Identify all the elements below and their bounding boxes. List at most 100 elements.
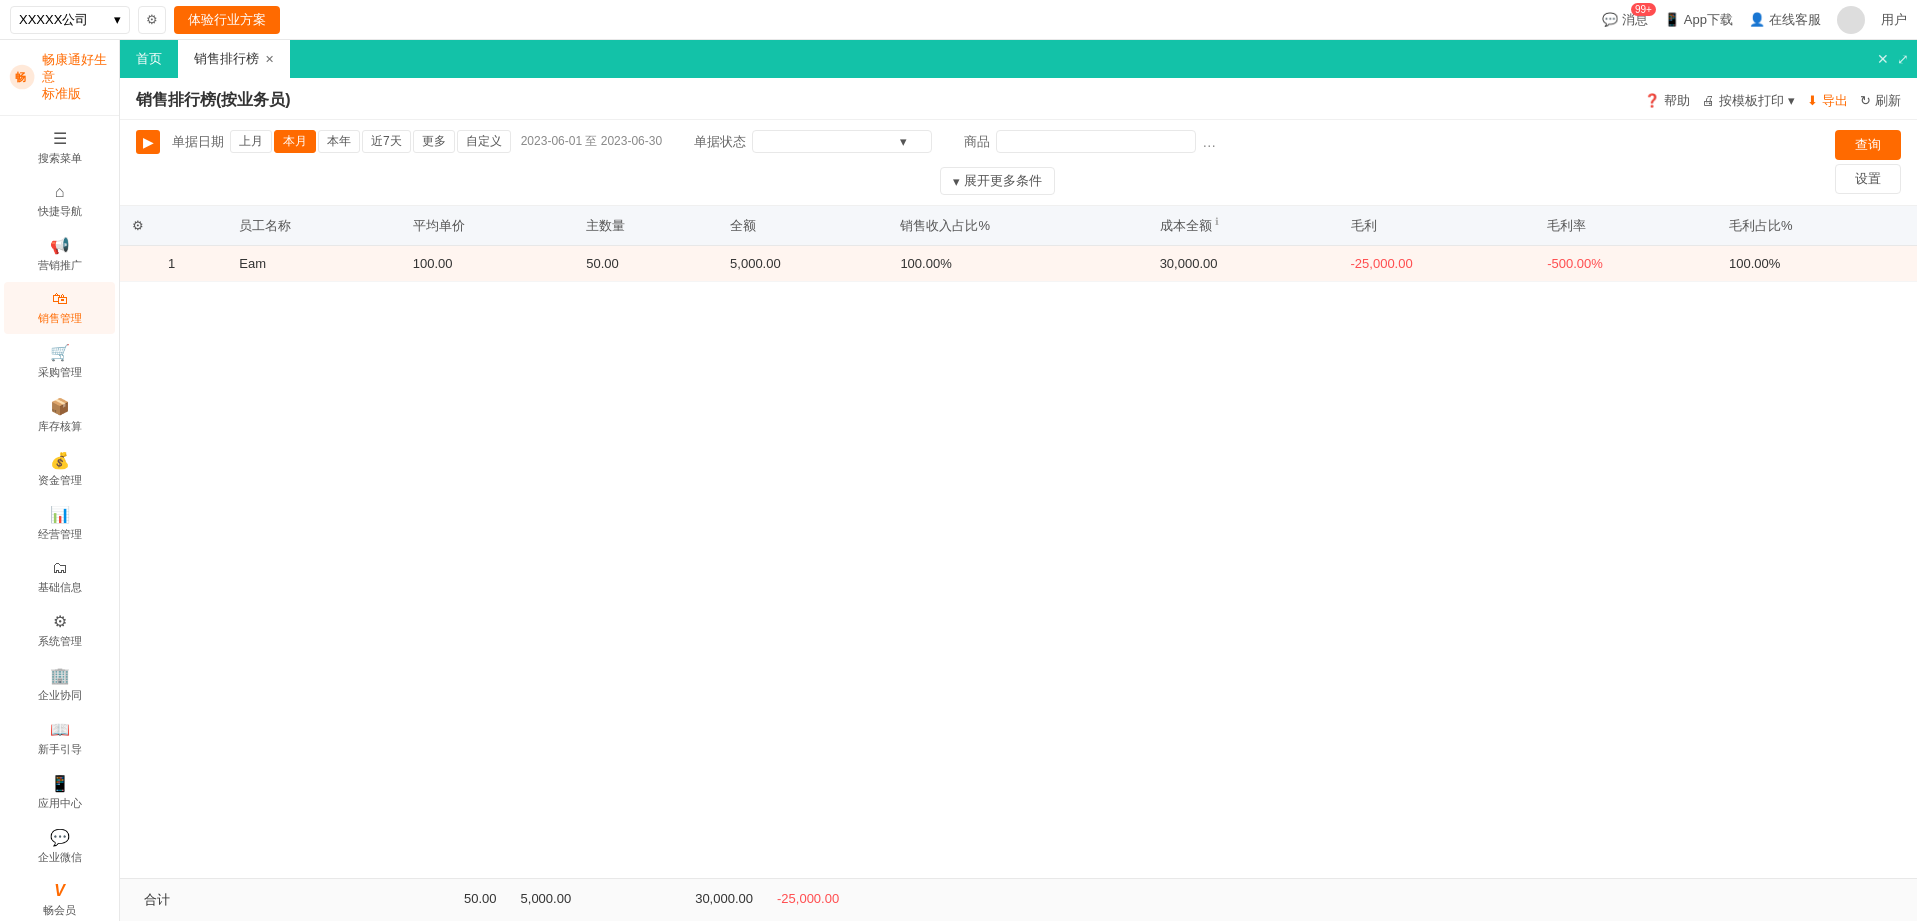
enterprise-icon: 🏢 xyxy=(50,666,70,685)
date-btn-7days[interactable]: 近7天 xyxy=(362,130,411,153)
logo-image: 畅 xyxy=(8,61,36,93)
row-gross-profit: -25,000.00 xyxy=(1339,246,1536,282)
row-gross-margin: -500.00% xyxy=(1535,246,1717,282)
sidebar-item-search-order[interactable]: ☰ 搜索菜单 xyxy=(4,121,115,174)
tab-expand-icon[interactable]: ⤢ xyxy=(1897,51,1909,67)
tab-home[interactable]: 首页 xyxy=(120,40,178,78)
tab-bar: 首页 销售排行榜 ✕ ✕ ⤢ xyxy=(120,40,1917,78)
online-service-btn[interactable]: 👤 在线客服 xyxy=(1749,11,1821,29)
sidebar-item-wechat[interactable]: 💬 企业微信 xyxy=(4,820,115,873)
company-name: XXXXX公司 xyxy=(19,11,88,29)
sidebar-item-guide[interactable]: 📖 新手引导 xyxy=(4,712,115,765)
sales-rank-table: ⚙ 员工名称 平均单价 主数量 全额 销售收入占比% 成本全额 ℹ 毛利 毛利率… xyxy=(120,206,1917,282)
date-btn-last-month[interactable]: 上月 xyxy=(230,130,272,153)
sidebar-item-system[interactable]: ⚙ 系统管理 xyxy=(4,604,115,657)
guide-icon: 📖 xyxy=(50,720,70,739)
sidebar-item-label-finance: 资金管理 xyxy=(38,473,82,488)
chevron-down-icon: ▾ xyxy=(114,12,121,27)
expand-label: 展开更多条件 xyxy=(964,172,1042,190)
status-label: 单据状态 xyxy=(694,133,746,151)
footer-gross-profit: -25,000.00 xyxy=(765,887,851,913)
footer-label: 合计 xyxy=(132,887,452,913)
row-avg-price: 100.00 xyxy=(401,246,574,282)
service-icon: 👤 xyxy=(1749,12,1765,27)
goods-label: 商品 xyxy=(964,133,990,151)
col-employee: 员工名称 xyxy=(227,206,400,246)
sidebar-item-enterprise[interactable]: 🏢 企业协同 xyxy=(4,658,115,711)
message-btn[interactable]: 💬 消息 99+ xyxy=(1602,11,1648,29)
expand-more-btn[interactable]: ▾ 展开更多条件 xyxy=(940,167,1055,195)
sidebar-item-quick-nav[interactable]: ⌂ 快捷导航 xyxy=(4,175,115,227)
search-order-icon: ☰ xyxy=(53,129,67,148)
tab-close-window-icon[interactable]: ✕ xyxy=(1877,51,1889,67)
goods-dots-icon[interactable]: … xyxy=(1202,134,1216,150)
col-avg-price: 平均单价 xyxy=(401,206,574,246)
sidebar-item-basic-info[interactable]: 🗂 基础信息 xyxy=(4,551,115,603)
date-btn-this-month[interactable]: 本月 xyxy=(274,130,316,153)
sidebar-item-label-member: 畅会员 xyxy=(43,903,76,918)
goods-input[interactable] xyxy=(996,130,1196,153)
settings-icon[interactable]: ⚙ xyxy=(138,6,166,34)
export-button[interactable]: ⬇ 导出 xyxy=(1807,92,1848,110)
refresh-button[interactable]: ↻ 刷新 xyxy=(1860,92,1901,110)
finance-icon: 💰 xyxy=(50,451,70,470)
sidebar-item-sales[interactable]: 🛍 销售管理 xyxy=(4,282,115,334)
company-selector[interactable]: XXXXX公司 ▾ xyxy=(10,6,130,34)
sidebar-item-purchase[interactable]: 🛒 采购管理 xyxy=(4,335,115,388)
sidebar-item-label-purchase: 采购管理 xyxy=(38,365,82,380)
refresh-icon: ↻ xyxy=(1860,93,1871,108)
purchase-icon: 🛒 xyxy=(50,343,70,362)
member-icon: V xyxy=(54,882,65,900)
col-amount: 全额 xyxy=(718,206,888,246)
footer-spacer xyxy=(583,887,683,913)
sidebar-item-operations[interactable]: 📊 经营管理 xyxy=(4,497,115,550)
tab-right-actions: ✕ ⤢ xyxy=(1877,51,1917,67)
sidebar-item-label-marketing: 营销推广 xyxy=(38,258,82,273)
sidebar-item-inventory[interactable]: 📦 库存核算 xyxy=(4,389,115,442)
table-settings-button[interactable]: 设置 xyxy=(1835,164,1901,194)
date-btn-this-year[interactable]: 本年 xyxy=(318,130,360,153)
sidebar-item-marketing[interactable]: 📢 营销推广 xyxy=(4,228,115,281)
footer-row: 合计 50.00 5,000.00 30,000.00 -25,000.00 xyxy=(132,887,1905,913)
sidebar-item-app-center[interactable]: 📱 应用中心 xyxy=(4,766,115,819)
print-icon: 🖨 xyxy=(1702,93,1715,108)
message-icon: 💬 xyxy=(1602,12,1618,27)
date-btn-custom[interactable]: 自定义 xyxy=(457,130,511,153)
avatar[interactable] xyxy=(1837,6,1865,34)
help-label: 帮助 xyxy=(1664,92,1690,110)
col-rank xyxy=(156,206,227,246)
filter-collapse-btn[interactable]: ▶ xyxy=(136,130,160,154)
query-button[interactable]: 查询 xyxy=(1835,130,1901,160)
app-label: App下载 xyxy=(1684,11,1733,29)
content-area: 首页 销售排行榜 ✕ ✕ ⤢ 销售排行榜(按业务员) ❓ 帮助 xyxy=(120,40,1917,921)
print-chevron: ▾ xyxy=(1788,93,1795,108)
footer-amount: 5,000.00 xyxy=(509,887,584,913)
date-range: 2023-06-01 至 2023-06-30 xyxy=(521,133,662,150)
page-header: 销售排行榜(按业务员) ❓ 帮助 🖨 按模板打印 ▾ ⬇ 导出 xyxy=(120,78,1917,120)
tab-sales-rank[interactable]: 销售排行榜 ✕ xyxy=(178,40,290,78)
operations-icon: 📊 xyxy=(50,505,70,524)
print-button[interactable]: 🖨 按模板打印 ▾ xyxy=(1702,92,1795,110)
sidebar-item-member[interactable]: V 畅会员 xyxy=(4,874,115,921)
status-select[interactable]: ▾ xyxy=(752,130,932,153)
sidebar-item-finance[interactable]: 💰 资金管理 xyxy=(4,443,115,496)
message-badge: 99+ xyxy=(1631,3,1656,16)
tab-close-icon[interactable]: ✕ xyxy=(265,53,274,66)
col-gross-pct: 毛利占比% xyxy=(1717,206,1917,246)
basic-info-icon: 🗂 xyxy=(52,559,68,577)
sidebar-item-label-ops: 经营管理 xyxy=(38,527,82,542)
trial-button[interactable]: 体验行业方案 xyxy=(174,6,280,34)
table-row[interactable]: 1 Eam 100.00 50.00 5,000.00 100.00% 30,0… xyxy=(120,246,1917,282)
app-download-btn[interactable]: 📱 App下载 xyxy=(1664,11,1733,29)
quick-nav-icon: ⌂ xyxy=(55,183,65,201)
col-cost: 成本全额 ℹ xyxy=(1148,206,1339,246)
top-right-actions: 💬 消息 99+ 📱 App下载 👤 在线客服 用户 xyxy=(1602,6,1907,34)
help-button[interactable]: ❓ 帮助 xyxy=(1644,92,1690,110)
row-rank: 1 xyxy=(156,246,227,282)
col-settings[interactable]: ⚙ xyxy=(120,206,156,246)
date-btn-more[interactable]: 更多 xyxy=(413,130,455,153)
row-cost: 30,000.00 xyxy=(1148,246,1339,282)
main-layout: 畅 畅康通好生意 标准版 ☰ 搜索菜单 ⌂ 快捷导航 📢 营销推广 🛍 销售 xyxy=(0,40,1917,921)
col-gross-profit: 毛利 xyxy=(1339,206,1536,246)
page-title: 销售排行榜(按业务员) xyxy=(136,90,291,111)
